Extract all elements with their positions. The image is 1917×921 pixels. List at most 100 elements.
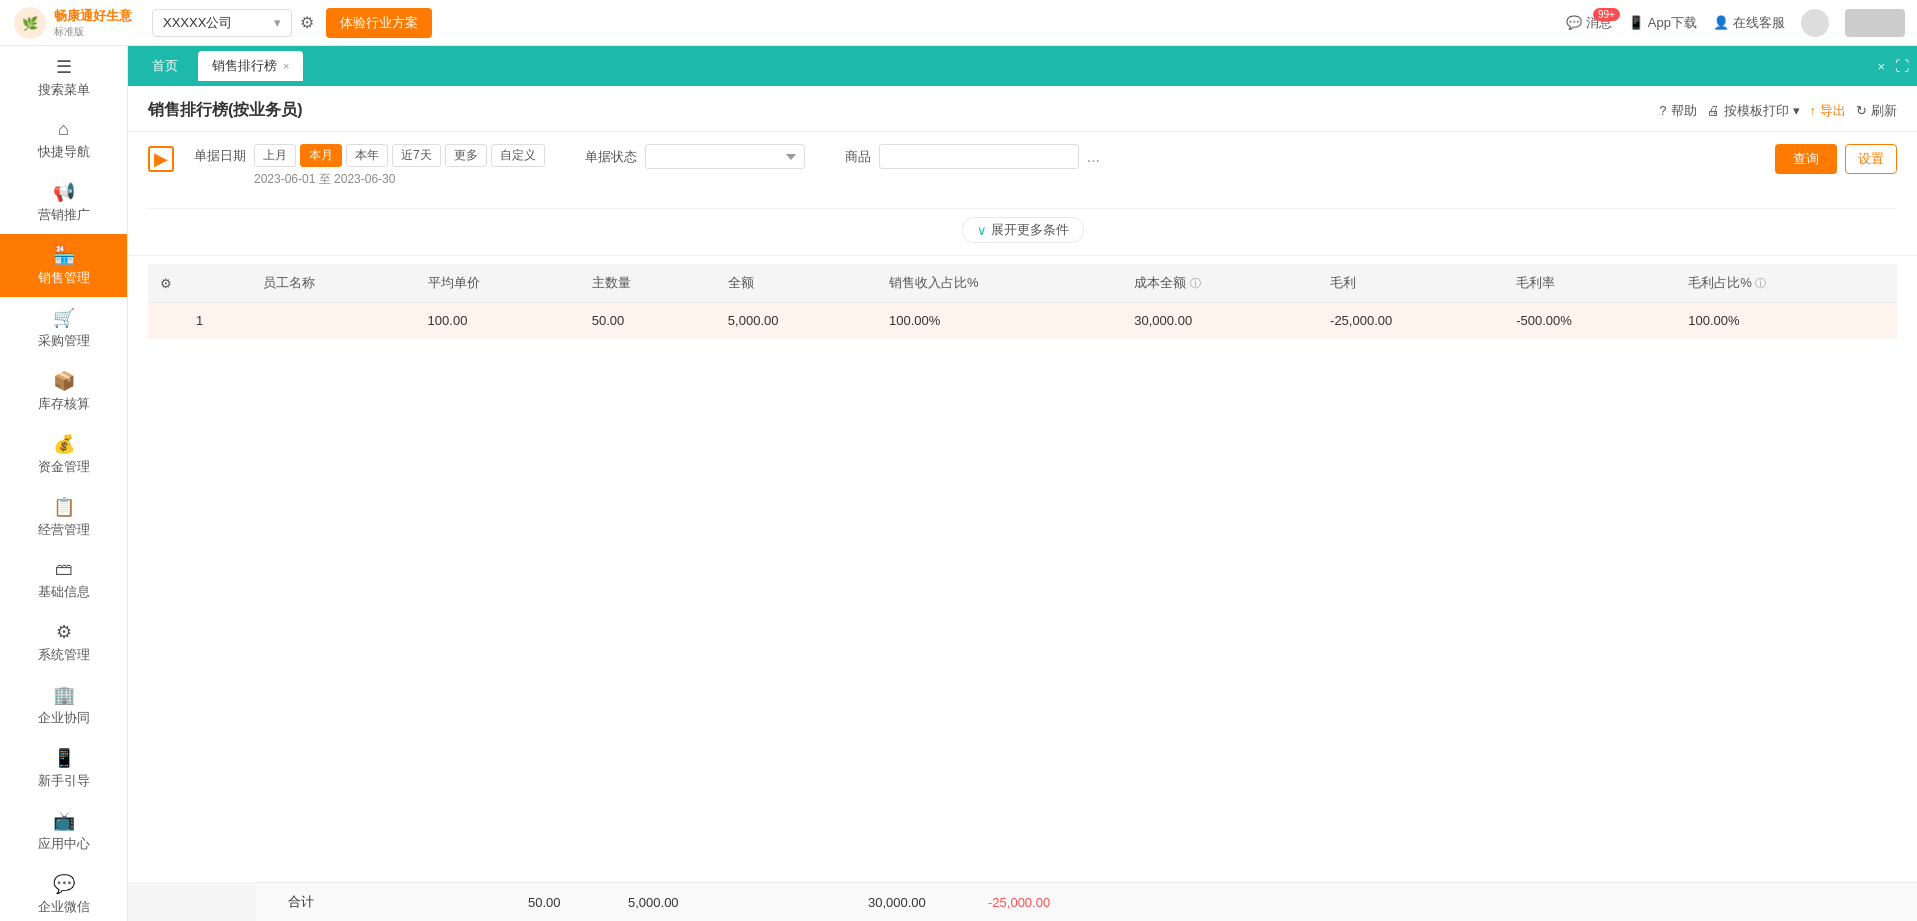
app-container: 🌿 畅康通好生意 标准版 XXXXX公司 ▾ ⚙ 体验行业方案 💬 消息 99+… — [0, 0, 1917, 921]
print-dropdown-icon: ▾ — [1793, 103, 1800, 118]
sidebar-item-guide[interactable]: 📱 新手引导 — [0, 737, 127, 800]
quick-nav-icon: ⌂ — [58, 119, 69, 140]
settings-icon-btn[interactable]: ⚙ — [300, 13, 314, 32]
table-header-row: ⚙ 员工名称 平均单价 主数量 全额 销售收入占比% 成本全额 ⓘ 毛利 毛利率 — [148, 264, 1897, 303]
cell-gross: -25,000.00 — [1318, 303, 1504, 339]
content-header: 销售排行榜(按业务员) ? 帮助 🖨 按模板打印 ▾ ↑ — [128, 86, 1917, 132]
table-body: 1 100.00 50.00 5,000.00 100.00% 30,000.0… — [148, 303, 1897, 339]
message-icon: 💬 — [1566, 15, 1582, 30]
gross-ratio-info-icon[interactable]: ⓘ — [1755, 277, 1766, 289]
inventory-icon: 📦 — [53, 370, 75, 392]
tab-close-icon[interactable]: × — [283, 60, 289, 72]
trial-btn[interactable]: 体验行业方案 — [326, 8, 432, 38]
app-download-btn[interactable]: 📱 App下载 — [1628, 14, 1697, 32]
dots-btn[interactable]: ... — [1087, 148, 1100, 166]
filter-row-1: ▶ 单据日期 上月 本月 本年 近7天 更多 — [148, 144, 1897, 188]
sidebar-item-wechat[interactable]: 💬 企业微信 — [0, 863, 127, 921]
cell-rank: 1 — [184, 303, 251, 339]
cost-info-icon[interactable]: ⓘ — [1190, 277, 1201, 289]
content-area: 首页 销售排行榜 × × ⛶ 销售排行榜(按业务员) ? — [128, 46, 1917, 921]
col-quantity: 主数量 — [580, 264, 716, 303]
sidebar-item-system[interactable]: ⚙ 系统管理 — [0, 611, 127, 674]
marketing-icon: 📢 — [53, 181, 75, 203]
col-gear[interactable]: ⚙ — [148, 264, 184, 303]
col-rank — [184, 264, 251, 303]
sidebar-item-operations[interactable]: 📋 经营管理 — [0, 486, 127, 549]
cell-gross-rate: -500.00% — [1504, 303, 1676, 339]
footer-quantity: 50.00 — [516, 895, 616, 910]
expand-label: 展开更多条件 — [991, 221, 1069, 239]
purchase-icon: 🛒 — [53, 307, 75, 329]
sidebar-item-purchase[interactable]: 🛒 采购管理 — [0, 297, 127, 360]
avatar2[interactable] — [1845, 9, 1905, 37]
tab-sales-rank[interactable]: 销售排行榜 × — [198, 51, 303, 81]
cell-sales-ratio: 100.00% — [877, 303, 1122, 339]
sidebar-item-finance[interactable]: 💰 资金管理 — [0, 423, 127, 486]
sidebar-item-sales[interactable]: 🏪 销售管理 — [0, 234, 127, 297]
page-title: 销售排行榜(按业务员) — [148, 100, 303, 121]
tab-close-window-icon[interactable]: × — [1877, 59, 1885, 74]
more-btn[interactable]: 更多 — [445, 144, 487, 167]
sidebar-item-enterprise[interactable]: 🏢 企业协同 — [0, 674, 127, 737]
main-area: ☰ 搜索菜单 ⌂ 快捷导航 📢 营销推广 🏪 销售管理 🛒 采购管理 📦 库 — [0, 46, 1917, 921]
this-month-btn[interactable]: 本月 — [300, 144, 342, 167]
enterprise-icon: 🏢 — [53, 684, 75, 706]
status-select[interactable] — [645, 144, 805, 169]
commodity-input[interactable] — [879, 144, 1079, 169]
data-table: ⚙ 员工名称 平均单价 主数量 全额 销售收入占比% 成本全额 ⓘ 毛利 毛利率 — [148, 264, 1897, 339]
footer-label: 合计 — [276, 893, 516, 911]
service-icon: 👤 — [1713, 15, 1729, 30]
logo-icon: 🌿 — [12, 5, 48, 41]
sidebar-item-quick-nav[interactable]: ⌂ 快捷导航 — [0, 109, 127, 171]
print-btn[interactable]: 🖨 按模板打印 ▾ — [1707, 102, 1800, 120]
app-download-label: App下载 — [1648, 14, 1697, 32]
query-btn[interactable]: 查询 — [1775, 144, 1837, 174]
operations-icon: 📋 — [53, 496, 75, 518]
guide-icon: 📱 — [53, 747, 75, 769]
top-bar: 🌿 畅康通好生意 标准版 XXXXX公司 ▾ ⚙ 体验行业方案 💬 消息 99+… — [0, 0, 1917, 46]
export-btn[interactable]: ↑ 导出 — [1810, 102, 1847, 120]
footer-cost: 30,000.00 — [856, 895, 976, 910]
sidebar-item-basic-info[interactable]: 🗃 基础信息 — [0, 549, 127, 611]
help-btn[interactable]: ? 帮助 — [1659, 102, 1696, 120]
col-employee: 员工名称 — [251, 264, 415, 303]
expand-conditions-btn[interactable]: ∨ 展开更多条件 — [962, 217, 1084, 243]
sidebar-item-label-operations: 经营管理 — [38, 521, 90, 539]
logo-subtitle: 标准版 — [54, 25, 132, 39]
sidebar-item-marketing[interactable]: 📢 营销推广 — [0, 171, 127, 234]
this-year-btn[interactable]: 本年 — [346, 144, 388, 167]
tab-fullscreen-icon[interactable]: ⛶ — [1895, 58, 1909, 74]
online-service-label: 在线客服 — [1733, 14, 1785, 32]
cell-gross-ratio: 100.00% — [1676, 303, 1897, 339]
col-gross: 毛利 — [1318, 264, 1504, 303]
sidebar: ☰ 搜索菜单 ⌂ 快捷导航 📢 营销推广 🏪 销售管理 🛒 采购管理 📦 库 — [0, 46, 128, 921]
message-btn[interactable]: 💬 消息 99+ — [1566, 14, 1612, 32]
settings-small-btn[interactable]: 设置 — [1845, 144, 1897, 174]
sidebar-item-label-search: 搜索菜单 — [38, 81, 90, 99]
wechat-icon: 💬 — [53, 873, 75, 895]
tab-bar: 首页 销售排行榜 × × ⛶ — [128, 46, 1917, 86]
last-month-btn[interactable]: 上月 — [254, 144, 296, 167]
sidebar-item-label-wechat: 企业微信 — [38, 898, 90, 916]
table-footer: 合计 50.00 5,000.00 30,000.00 -25,000.00 — [256, 882, 1917, 921]
expand-icon: ∨ — [977, 223, 987, 238]
sidebar-item-search-order[interactable]: ☰ 搜索菜单 — [0, 46, 127, 109]
col-cost: 成本全额 ⓘ — [1122, 264, 1318, 303]
main-content: 销售排行榜(按业务员) ? 帮助 🖨 按模板打印 ▾ ↑ — [128, 86, 1917, 882]
tab-home[interactable]: 首页 — [136, 46, 194, 86]
filter-expand-arrow[interactable]: ▶ — [148, 146, 174, 172]
status-label: 单据状态 — [585, 148, 637, 166]
table-row: 1 100.00 50.00 5,000.00 100.00% 30,000.0… — [148, 303, 1897, 339]
company-name: XXXXX公司 — [163, 14, 268, 32]
system-icon: ⚙ — [56, 621, 72, 643]
cell-avg-price: 100.00 — [416, 303, 580, 339]
recent7-btn[interactable]: 近7天 — [392, 144, 441, 167]
online-service-btn[interactable]: 👤 在线客服 — [1713, 14, 1785, 32]
company-selector[interactable]: XXXXX公司 ▾ — [152, 9, 292, 37]
sidebar-item-app-center[interactable]: 📺 应用中心 — [0, 800, 127, 863]
refresh-btn[interactable]: ↻ 刷新 — [1856, 102, 1897, 120]
sidebar-item-label-inventory: 库存核算 — [38, 395, 90, 413]
avatar[interactable] — [1801, 9, 1829, 37]
custom-btn[interactable]: 自定义 — [491, 144, 545, 167]
sidebar-item-inventory[interactable]: 📦 库存核算 — [0, 360, 127, 423]
